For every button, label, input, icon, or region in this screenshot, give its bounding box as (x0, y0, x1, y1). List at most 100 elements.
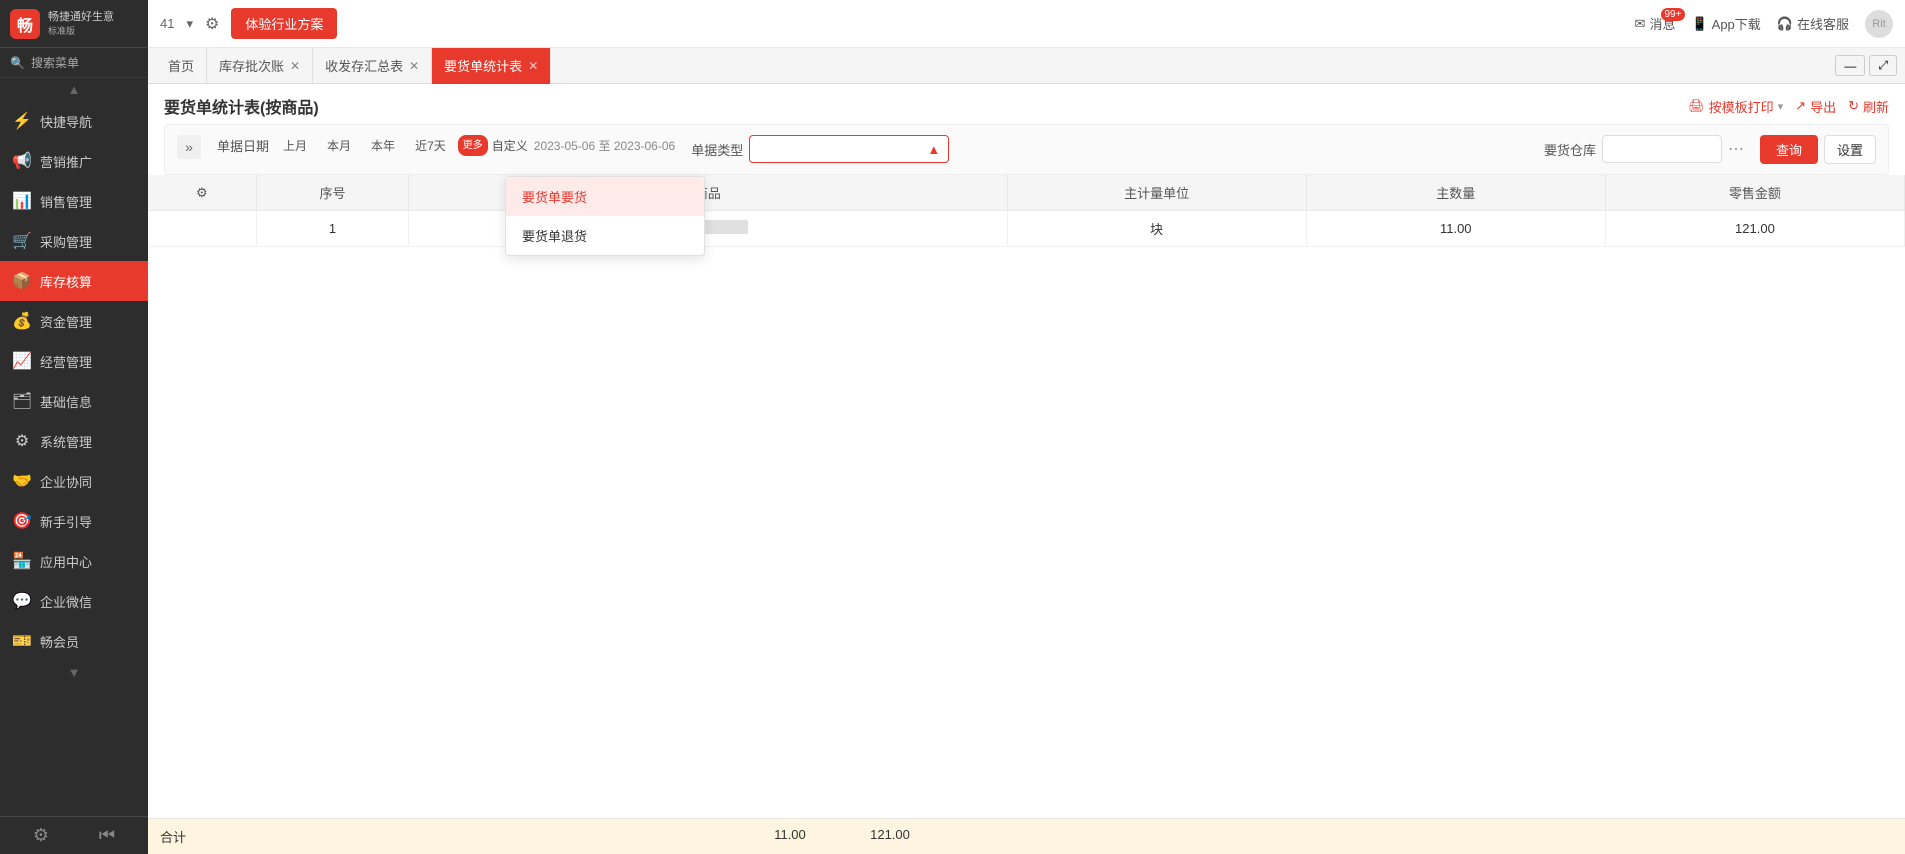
print-label: 按模板打印 (1709, 97, 1774, 116)
trial-button[interactable]: 体验行业方案 (231, 8, 337, 39)
sidebar-item-wechat[interactable]: 💬 企业微信 (0, 581, 148, 621)
header-left: 41 ▾ ⚙ 体验行业方案 (160, 8, 337, 39)
tab-bar: 首页 库存批次账 ✕ 收发存汇总表 ✕ 要货单统计表 ✕ — ⤢ (148, 48, 1905, 84)
sidebar-item-purchase[interactable]: 🛒 采购管理 (0, 221, 148, 261)
filter-area: » 单据日期 上月 本月 本年 近7天 更多 自定义 2023-05-06 至 … (164, 124, 1889, 175)
row-1-settings (148, 211, 256, 247)
type-filter-group: 单据类型 ▲ (691, 135, 1528, 163)
dropdown-item-order-return[interactable]: 要货单退货 (506, 216, 704, 255)
sidebar-scroll-down[interactable]: ▼ (0, 661, 148, 684)
date-tab-7days[interactable]: 近7天 (407, 135, 454, 156)
system-label: 系统管理 (40, 432, 92, 451)
message-button[interactable]: ✉ 消息 99+ (1635, 14, 1676, 33)
export-button[interactable]: ↗ 导出 (1795, 97, 1836, 116)
sidebar-item-member[interactable]: 🎫 畅会员 (0, 621, 148, 661)
tab-receivable-summary-label: 收发存汇总表 (325, 56, 403, 75)
inventory-label: 库存核算 (40, 272, 92, 291)
export-label: 导出 (1810, 97, 1836, 116)
inventory-icon: 📦 (12, 271, 32, 291)
dropdown-item-order-goods[interactable]: 要货单要货 (506, 177, 704, 216)
sidebar-bottom: ⚙ ⏮ (0, 816, 148, 854)
sidebar-item-inventory[interactable]: 📦 库存核算 (0, 261, 148, 301)
sidebar-item-appstore[interactable]: 🏪 应用中心 (0, 541, 148, 581)
sidebar-logo: 畅 畅捷通好生意 标准版 (0, 0, 148, 48)
refresh-button[interactable]: ↻ 刷新 (1848, 97, 1889, 116)
filter-expand-button[interactable]: » (177, 135, 201, 159)
quick-nav-label: 快捷导航 (40, 112, 92, 131)
headset-icon: 🎧 (1777, 16, 1793, 32)
data-table: ⚙ 序号 商品 主计量单位 主数量 零售金额 1 (148, 175, 1905, 247)
sidebar-item-operations[interactable]: 📈 经营管理 (0, 341, 148, 381)
sidebar-item-system[interactable]: ⚙ 系统管理 (0, 421, 148, 461)
app-download-label: App下载 (1712, 14, 1761, 33)
avatar-text: Rit (1872, 18, 1885, 30)
sidebar-settings-icon[interactable]: ⚙ (33, 825, 49, 846)
date-tab-prev-month[interactable]: 上月 (275, 135, 315, 156)
col-num-header: 序号 (256, 175, 409, 211)
tab-batch-inventory-close[interactable]: ✕ (290, 59, 300, 73)
table-footer: 合计 11.00 121.00 (148, 818, 1905, 854)
top-header: 41 ▾ ⚙ 体验行业方案 ✉ 消息 99+ 📱 App下载 🎧 在线客服 Ri… (148, 0, 1905, 48)
refresh-icon: ↻ (1848, 98, 1859, 114)
tab-order-stats-label: 要货单统计表 (444, 56, 522, 75)
tab-receivable-summary[interactable]: 收发存汇总表 ✕ (313, 48, 432, 84)
date-custom-button[interactable]: 自定义 (492, 135, 528, 156)
sidebar-item-enterprise[interactable]: 🤝 企业协同 (0, 461, 148, 501)
date-tab-current-month[interactable]: 本月 (319, 135, 359, 156)
footer-amount: 121.00 (840, 827, 940, 846)
sidebar-item-sales[interactable]: 📊 销售管理 (0, 181, 148, 221)
warehouse-select[interactable] (1602, 135, 1722, 163)
row-1-unit: 块 (1007, 211, 1306, 247)
print-button[interactable]: 🖨 按模板打印 ▾ (1688, 97, 1783, 116)
member-icon: 🎫 (12, 631, 32, 651)
online-service-button[interactable]: 🎧 在线客服 (1777, 14, 1849, 33)
footer-label-text: 合计 (160, 830, 186, 845)
tab-receivable-summary-close[interactable]: ✕ (409, 59, 419, 73)
col-settings-header[interactable]: ⚙ (148, 175, 256, 211)
page-title: 要货单统计表(按商品) (164, 94, 319, 118)
tab-order-stats-close[interactable]: ✕ (528, 59, 538, 73)
marketing-label: 营销推广 (40, 152, 92, 171)
appstore-label: 应用中心 (40, 552, 92, 571)
finance-label: 资金管理 (40, 312, 92, 331)
date-tab-current-year[interactable]: 本年 (363, 135, 403, 156)
filter-settings-button[interactable]: 设置 (1824, 135, 1876, 164)
tab-home[interactable]: 首页 (156, 48, 207, 84)
date-tabs: 上月 本月 本年 近7天 更多 自定义 (275, 135, 528, 156)
sidebar-item-finance[interactable]: 💰 资金管理 (0, 301, 148, 341)
sidebar-item-marketing[interactable]: 📢 营销推广 (0, 141, 148, 181)
sidebar-nav: ▲ ⚡ 快捷导航 📢 营销推广 📊 销售管理 🛒 采购管理 📦 库存核算 💰 资… (0, 78, 148, 816)
logo-text: 畅捷通好生意 (48, 10, 114, 24)
sidebar-item-basic[interactable]: 🗂 基础信息 (0, 381, 148, 421)
tab-order-stats[interactable]: 要货单统计表 ✕ (432, 48, 551, 84)
tab-batch-inventory[interactable]: 库存批次账 ✕ (207, 48, 313, 84)
sidebar-item-quick-nav[interactable]: ⚡ 快捷导航 (0, 101, 148, 141)
tab-bar-actions: — ⤢ (1835, 55, 1897, 76)
col-product-header: 商品 (409, 175, 1007, 211)
query-button[interactable]: 查询 (1760, 135, 1818, 164)
type-select[interactable]: ▲ (749, 135, 949, 163)
warehouse-more-icon[interactable]: ⋯ (1728, 139, 1744, 159)
app-download-button[interactable]: 📱 App下载 (1691, 14, 1760, 33)
date-range: 2023-05-06 至 2023-06-06 (534, 139, 675, 153)
sidebar-item-newbie[interactable]: 🎯 新手引导 (0, 501, 148, 541)
user-avatar[interactable]: Rit (1865, 10, 1893, 38)
online-service-label: 在线客服 (1797, 14, 1849, 33)
footer-qty: 11.00 (740, 827, 840, 846)
export-icon: ↗ (1795, 98, 1806, 114)
sidebar-collapse-icon[interactable]: ⏮ (99, 825, 115, 846)
tab-minimize-button[interactable]: — (1835, 55, 1865, 76)
marketing-icon: 📢 (12, 151, 32, 171)
type-dropdown: 要货单要货 要货单退货 (505, 176, 705, 256)
sidebar-search[interactable]: 🔍 搜索菜单 (0, 48, 148, 78)
print-chevron-icon: ▾ (1778, 100, 1784, 113)
date-label: 单据日期 (217, 136, 269, 155)
row-1-amount: 121.00 (1605, 211, 1904, 247)
logo-badge: 标准版 (48, 24, 114, 37)
header-right: ✉ 消息 99+ 📱 App下载 🎧 在线客服 Rit (1635, 10, 1893, 38)
tab-expand-button[interactable]: ⤢ (1869, 55, 1897, 76)
header-gear-icon[interactable]: ⚙ (205, 14, 219, 34)
date-more-badge[interactable]: 更多 (458, 135, 488, 156)
sidebar-scroll-up[interactable]: ▲ (0, 78, 148, 101)
header-chevron-icon[interactable]: ▾ (186, 16, 193, 32)
